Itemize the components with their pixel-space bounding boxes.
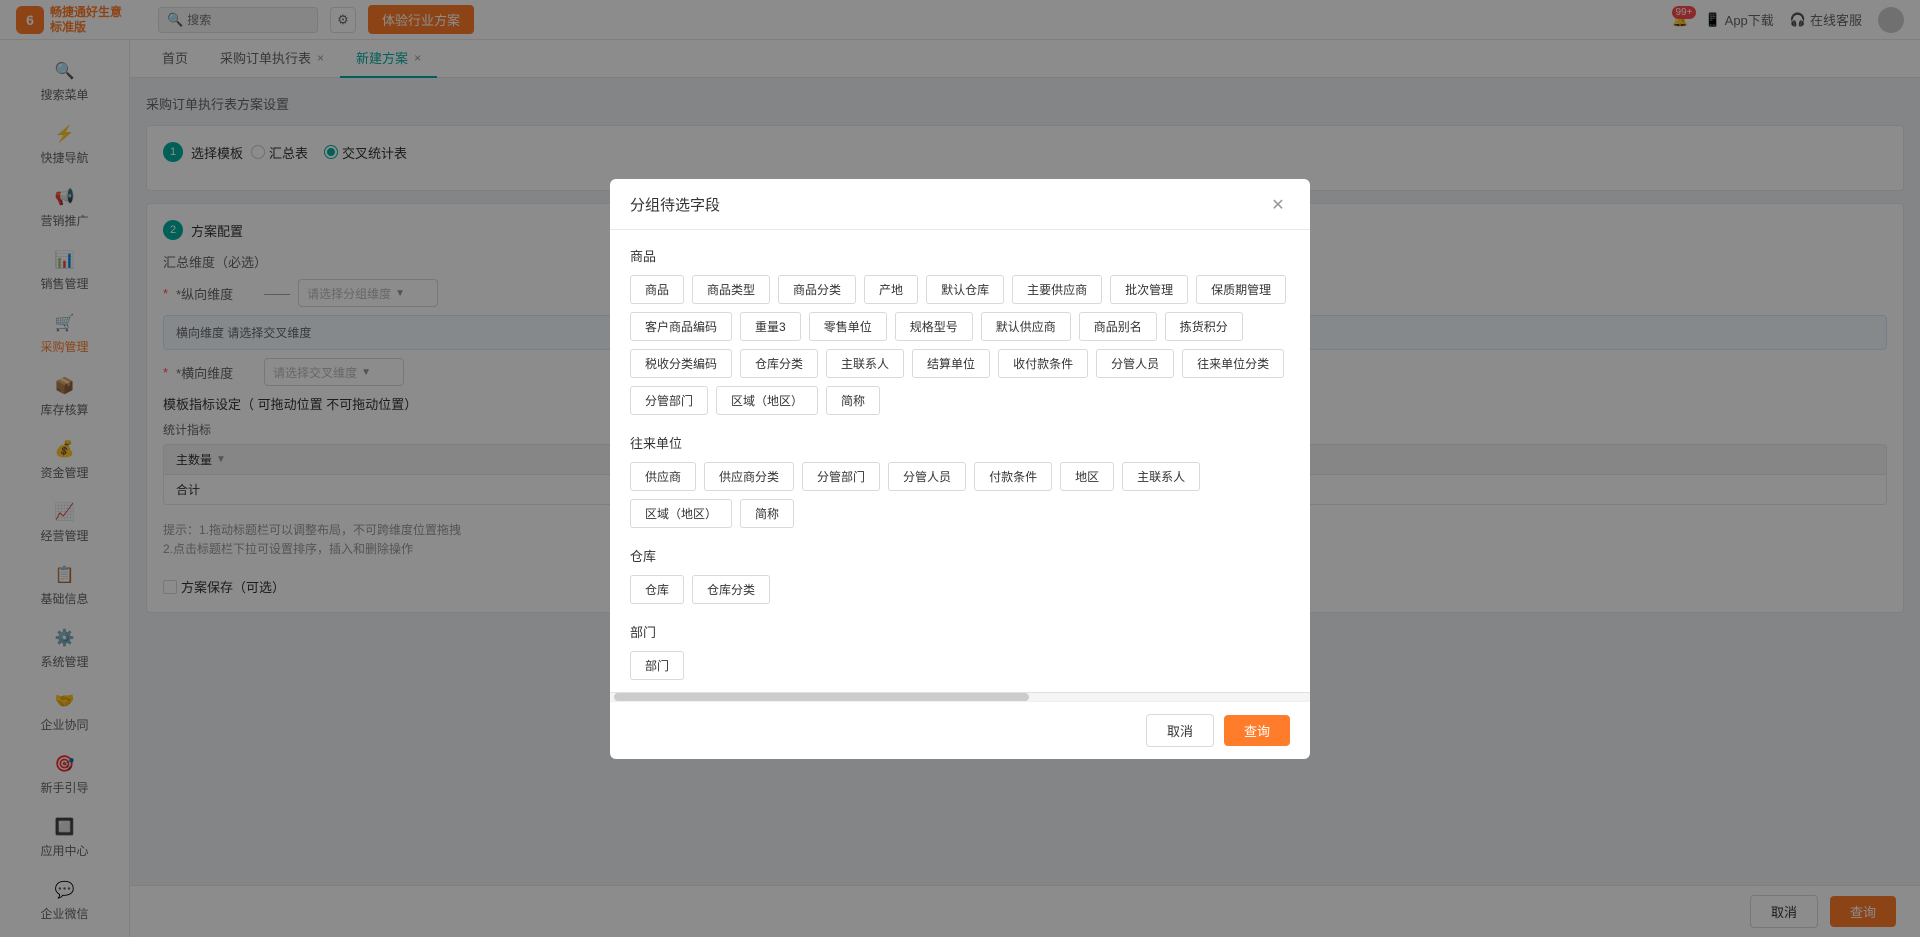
modal-cancel-button[interactable]: 取消 (1146, 714, 1214, 747)
field-tag-1-2[interactable]: 分管部门 (802, 462, 880, 491)
field-tag-0-22[interactable]: 分管部门 (630, 386, 708, 415)
field-tag-0-12[interactable]: 默认供应商 (981, 312, 1071, 341)
field-tag-0-15[interactable]: 税收分类编码 (630, 349, 732, 378)
field-tag-2-0[interactable]: 仓库 (630, 575, 684, 604)
field-tag-1-7[interactable]: 区域（地区） (630, 499, 732, 528)
field-section-3: 部门部门 (630, 622, 1290, 680)
field-tag-0-21[interactable]: 往来单位分类 (1182, 349, 1284, 378)
field-tag-3-0[interactable]: 部门 (630, 651, 684, 680)
field-tag-1-6[interactable]: 主联系人 (1122, 462, 1200, 491)
field-tag-0-0[interactable]: 商品 (630, 275, 684, 304)
modal-overlay[interactable]: 分组待选字段 ✕ 商品商品商品类型商品分类产地默认仓库主要供应商批次管理保质期管… (0, 0, 1920, 937)
modal-confirm-button[interactable]: 查询 (1224, 715, 1290, 746)
field-tag-0-2[interactable]: 商品分类 (778, 275, 856, 304)
section-title-1: 往来单位 (630, 433, 1290, 452)
field-tag-0-14[interactable]: 拣货积分 (1165, 312, 1243, 341)
field-tags-3: 部门 (630, 651, 1290, 680)
field-tag-1-4[interactable]: 付款条件 (974, 462, 1052, 491)
h-scroll-thumb (614, 693, 1029, 701)
field-tag-0-3[interactable]: 产地 (864, 275, 918, 304)
field-tag-0-24[interactable]: 简称 (826, 386, 880, 415)
field-section-0: 商品商品商品类型商品分类产地默认仓库主要供应商批次管理保质期管理客户商品编码重量… (630, 246, 1290, 415)
field-tags-0: 商品商品类型商品分类产地默认仓库主要供应商批次管理保质期管理客户商品编码重量3 零… (630, 275, 1290, 415)
modal-header: 分组待选字段 ✕ (610, 179, 1310, 230)
field-tag-0-10[interactable]: 零售单位 (809, 312, 887, 341)
field-tags-2: 仓库仓库分类 (630, 575, 1290, 604)
field-tag-0-17[interactable]: 主联系人 (826, 349, 904, 378)
modal-footer: 取消 查询 (610, 701, 1310, 759)
field-tag-0-16[interactable]: 仓库分类 (740, 349, 818, 378)
field-tag-1-8[interactable]: 简称 (740, 499, 794, 528)
field-tag-1-5[interactable]: 地区 (1060, 462, 1114, 491)
field-section-1: 往来单位供应商供应商分类分管部门分管人员付款条件地区主联系人区域（地区） 简称 (630, 433, 1290, 528)
field-tag-2-1[interactable]: 仓库分类 (692, 575, 770, 604)
field-tag-0-23[interactable]: 区域（地区） (716, 386, 818, 415)
modal: 分组待选字段 ✕ 商品商品商品类型商品分类产地默认仓库主要供应商批次管理保质期管… (610, 179, 1310, 759)
modal-body: 商品商品商品类型商品分类产地默认仓库主要供应商批次管理保质期管理客户商品编码重量… (610, 230, 1310, 692)
field-section-2: 仓库仓库仓库分类 (630, 546, 1290, 604)
field-tag-1-1[interactable]: 供应商分类 (704, 462, 794, 491)
field-tag-0-13[interactable]: 商品别名 (1079, 312, 1157, 341)
field-tag-0-11[interactable]: 规格型号 (895, 312, 973, 341)
field-tag-1-0[interactable]: 供应商 (630, 462, 696, 491)
field-tag-0-5[interactable]: 主要供应商 (1012, 275, 1102, 304)
field-tag-1-3[interactable]: 分管人员 (888, 462, 966, 491)
horizontal-scrollbar[interactable] (610, 692, 1310, 701)
field-tag-0-6[interactable]: 批次管理 (1110, 275, 1188, 304)
modal-close-button[interactable]: ✕ (1266, 193, 1290, 217)
field-tag-0-20[interactable]: 分管人员 (1096, 349, 1174, 378)
field-tag-0-19[interactable]: 收付款条件 (998, 349, 1088, 378)
field-tag-0-8[interactable]: 客户商品编码 (630, 312, 732, 341)
field-tag-0-7[interactable]: 保质期管理 (1196, 275, 1286, 304)
section-title-2: 仓库 (630, 546, 1290, 565)
field-tags-1: 供应商供应商分类分管部门分管人员付款条件地区主联系人区域（地区） 简称 (630, 462, 1290, 528)
field-tag-0-18[interactable]: 结算单位 (912, 349, 990, 378)
field-tag-0-1[interactable]: 商品类型 (692, 275, 770, 304)
section-title-0: 商品 (630, 246, 1290, 265)
modal-title: 分组待选字段 (630, 194, 720, 215)
field-tag-0-4[interactable]: 默认仓库 (926, 275, 1004, 304)
section-title-3: 部门 (630, 622, 1290, 641)
field-tag-0-9[interactable]: 重量3 (740, 312, 801, 341)
